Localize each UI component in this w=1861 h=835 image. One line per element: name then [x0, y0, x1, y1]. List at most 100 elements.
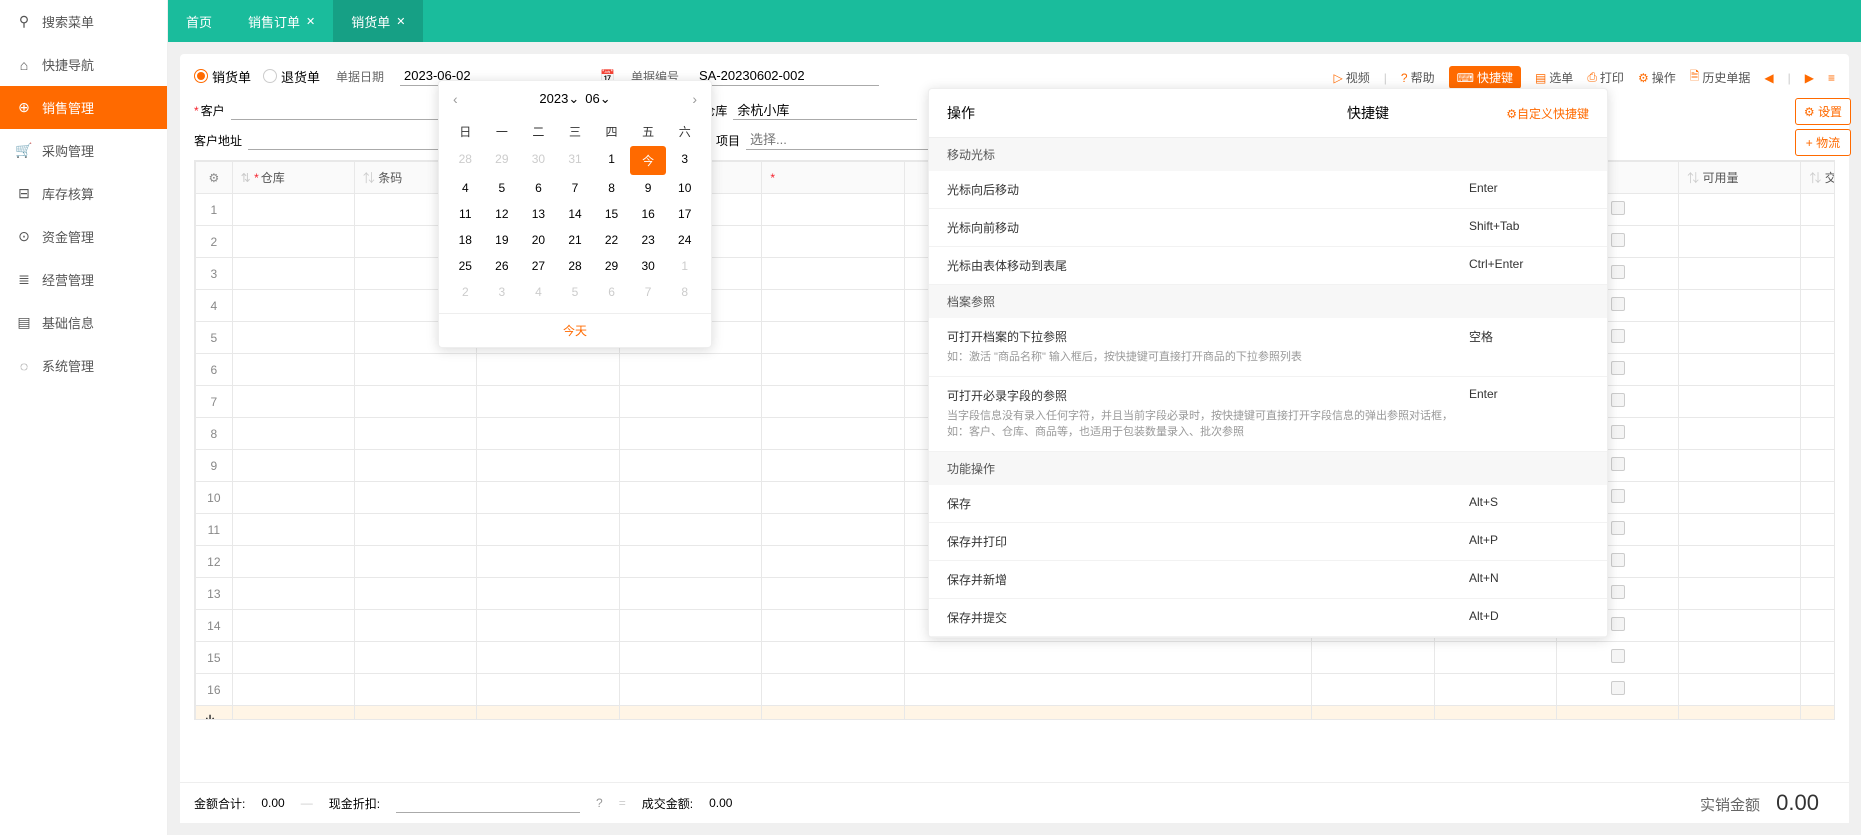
cal-day[interactable]: 10 — [666, 175, 703, 201]
cell[interactable] — [1801, 578, 1835, 610]
cal-day[interactable]: 31 — [557, 146, 594, 175]
cell[interactable] — [619, 450, 762, 482]
cal-day[interactable]: 30 — [630, 253, 667, 279]
cal-day[interactable]: 13 — [520, 201, 557, 227]
cal-day[interactable]: 25 — [447, 253, 484, 279]
cell[interactable] — [762, 578, 905, 610]
cell[interactable] — [354, 578, 476, 610]
cal-day[interactable]: 29 — [484, 146, 521, 175]
cell[interactable] — [477, 674, 620, 706]
tab-1[interactable]: 销售订单✕ — [230, 0, 333, 42]
cell[interactable] — [232, 610, 354, 642]
cal-day[interactable]: 14 — [557, 201, 594, 227]
sidebar-item-4[interactable]: ⊟库存核算 — [0, 172, 167, 215]
radio-return[interactable]: 退货单 — [263, 67, 320, 86]
cell[interactable] — [232, 642, 354, 674]
cell[interactable] — [1801, 418, 1835, 450]
cell[interactable] — [1679, 386, 1801, 418]
cell[interactable] — [619, 354, 762, 386]
cal-day[interactable]: 15 — [593, 201, 630, 227]
cell[interactable] — [1679, 514, 1801, 546]
row-more-icon[interactable]: ⋯ — [1815, 103, 1835, 117]
cell[interactable] — [1679, 322, 1801, 354]
cell[interactable] — [232, 386, 354, 418]
cal-day[interactable]: 3 — [484, 279, 521, 305]
cell[interactable] — [354, 610, 476, 642]
cal-day[interactable]: 20 — [520, 227, 557, 253]
col-header[interactable]: ⇅ 可用量 — [1679, 162, 1801, 194]
discount-input[interactable] — [396, 793, 580, 813]
cell[interactable] — [477, 578, 620, 610]
cal-day[interactable]: 30 — [520, 146, 557, 175]
cell[interactable] — [232, 322, 354, 354]
cell[interactable] — [762, 546, 905, 578]
cal-day[interactable]: 23 — [630, 227, 667, 253]
cell[interactable] — [1801, 514, 1835, 546]
toolbar-help[interactable]: ?帮助 — [1401, 69, 1435, 86]
sidebar-item-3[interactable]: 🛒采购管理 — [0, 129, 167, 172]
cell[interactable] — [762, 514, 905, 546]
cell[interactable] — [232, 482, 354, 514]
sidebar-item-1[interactable]: ⌂快捷导航 — [0, 43, 167, 86]
cal-prev-icon[interactable]: ‹ — [453, 91, 458, 107]
sidebar-item-0[interactable]: ⚲搜索菜单 — [0, 0, 167, 43]
cal-month[interactable]: 06⌄ — [585, 91, 610, 107]
cell[interactable] — [354, 674, 476, 706]
cell[interactable] — [1801, 194, 1835, 226]
table-row[interactable]: 16🗑⧉ — [196, 674, 1836, 706]
table-row[interactable]: 15🗑⧉ — [196, 642, 1836, 674]
help-footer-icon[interactable]: ? — [596, 796, 603, 810]
cell[interactable] — [354, 450, 476, 482]
cal-day[interactable]: 1 — [593, 146, 630, 175]
cell[interactable] — [477, 514, 620, 546]
close-icon[interactable]: ✕ — [306, 15, 315, 28]
cell[interactable] — [619, 418, 762, 450]
cell[interactable] — [1679, 546, 1801, 578]
cal-day[interactable]: 19 — [484, 227, 521, 253]
cell[interactable] — [1801, 482, 1835, 514]
cell[interactable] — [354, 386, 476, 418]
cell[interactable] — [1679, 482, 1801, 514]
cell[interactable] — [232, 450, 354, 482]
docno-input[interactable] — [695, 66, 879, 86]
toolbar-prev[interactable]: ◀ — [1764, 71, 1773, 85]
cal-day[interactable]: 3 — [666, 146, 703, 175]
cell[interactable] — [904, 642, 1311, 674]
cal-day[interactable]: 9 — [630, 175, 667, 201]
cell[interactable] — [354, 642, 476, 674]
cell[interactable] — [762, 610, 905, 642]
cell[interactable] — [762, 386, 905, 418]
cell[interactable] — [477, 546, 620, 578]
cell[interactable] — [619, 386, 762, 418]
cell[interactable] — [232, 578, 354, 610]
cell[interactable] — [232, 290, 354, 322]
cal-day[interactable]: 11 — [447, 201, 484, 227]
cell[interactable] — [477, 354, 620, 386]
toolbar-hotkey[interactable]: ⌨快捷键 — [1449, 66, 1521, 89]
cal-day[interactable]: 7 — [557, 175, 594, 201]
cal-day[interactable]: 6 — [520, 175, 557, 201]
cell[interactable] — [477, 450, 620, 482]
warehouse-input[interactable] — [733, 100, 917, 120]
cal-day[interactable]: 27 — [520, 253, 557, 279]
sidebar-item-2[interactable]: ⊕销售管理 — [0, 86, 167, 129]
cal-day[interactable]: 29 — [593, 253, 630, 279]
cell[interactable] — [1679, 258, 1801, 290]
cell[interactable] — [619, 546, 762, 578]
cell[interactable] — [762, 450, 905, 482]
cell[interactable] — [232, 418, 354, 450]
cal-day[interactable]: 5 — [557, 279, 594, 305]
cell[interactable] — [1679, 578, 1801, 610]
sidebar-item-6[interactable]: ≣经营管理 — [0, 258, 167, 301]
cell[interactable] — [1679, 418, 1801, 450]
cell[interactable] — [762, 482, 905, 514]
cell[interactable] — [619, 610, 762, 642]
cell[interactable] — [232, 354, 354, 386]
cal-day[interactable]: 8 — [666, 279, 703, 305]
cell[interactable] — [354, 354, 476, 386]
gift-checkbox[interactable] — [1556, 674, 1678, 706]
cal-day[interactable]: 8 — [593, 175, 630, 201]
cell[interactable] — [619, 482, 762, 514]
cell[interactable] — [1312, 642, 1434, 674]
cal-day[interactable]: 今 — [630, 146, 667, 175]
